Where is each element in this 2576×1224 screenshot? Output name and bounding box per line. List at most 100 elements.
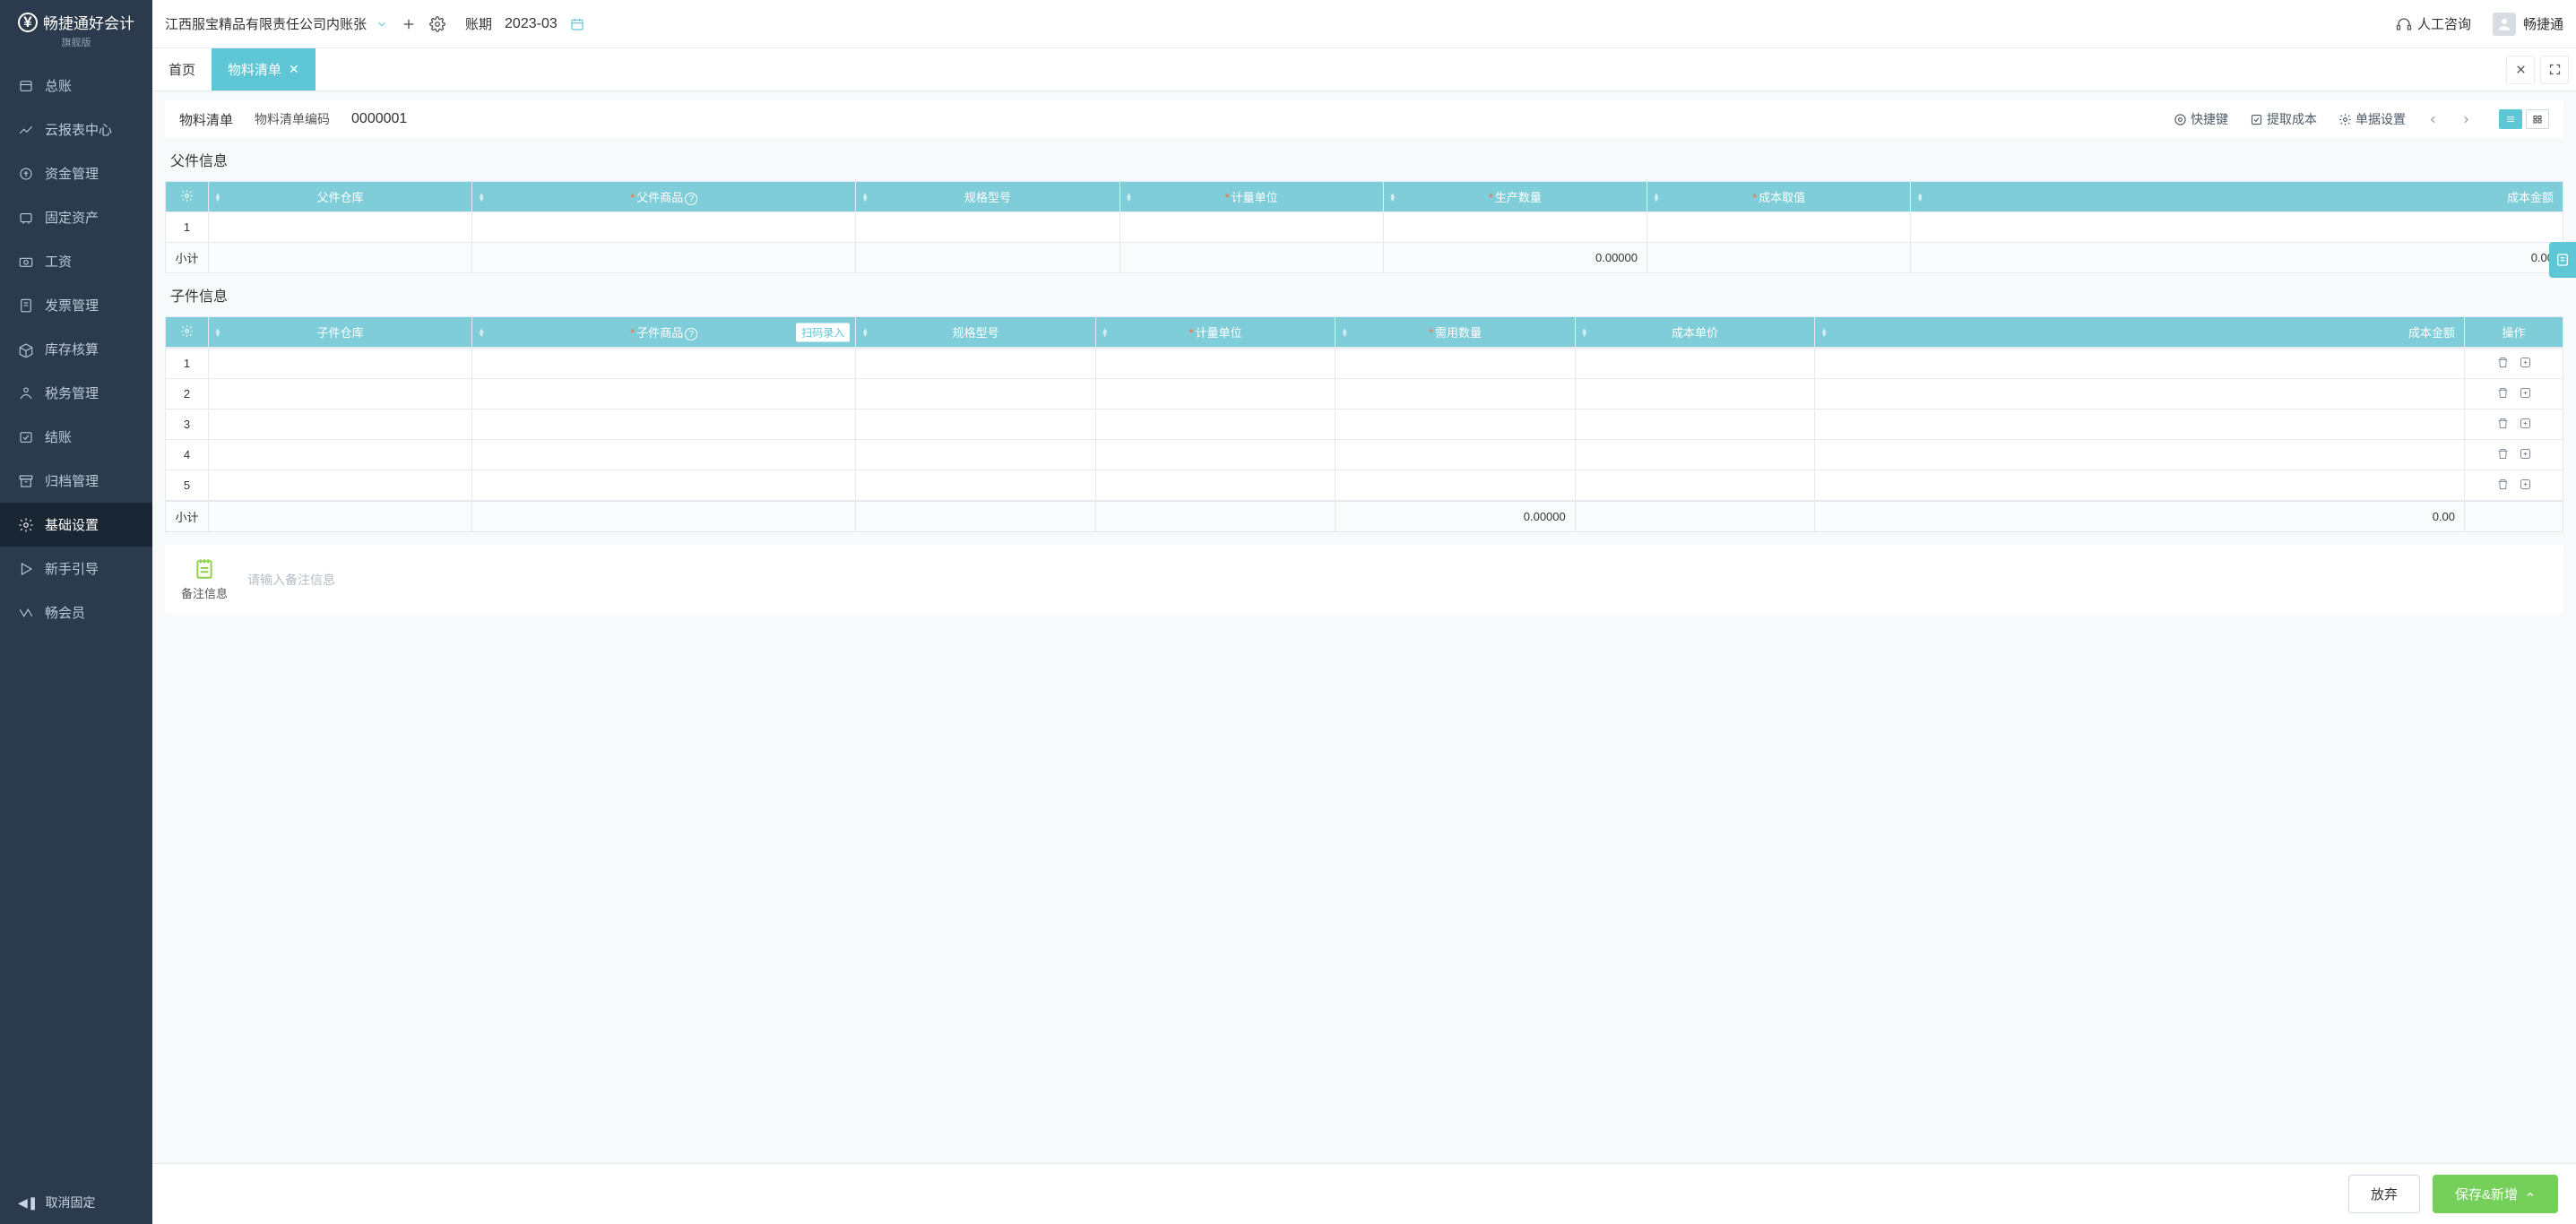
save-and-new-button[interactable]: 保存&新增 bbox=[2433, 1175, 2558, 1213]
chevron-down-icon bbox=[376, 18, 388, 30]
remark-box: 备注信息 bbox=[165, 545, 2563, 614]
chevron-up-icon bbox=[2525, 1189, 2536, 1200]
sidebar-item-invoice[interactable]: 发票管理 bbox=[0, 283, 152, 327]
user-menu[interactable]: 畅捷通 bbox=[2493, 13, 2563, 36]
tab-close-bom[interactable]: ✕ bbox=[289, 62, 299, 77]
discard-button[interactable]: 放弃 bbox=[2348, 1175, 2420, 1213]
period-label: 账期 bbox=[465, 14, 492, 33]
delete-row-button[interactable] bbox=[2496, 386, 2510, 402]
child-subtotal-row: 小计 0.00000 0.00 bbox=[166, 502, 2563, 532]
tab-bom[interactable]: 物料清单✕ bbox=[212, 48, 316, 91]
sidebar: ¥ 畅捷通好会计 旗舰版 总账云报表中心资金管理固定资产工资发票管理库存核算税务… bbox=[0, 0, 152, 1224]
child-row[interactable]: 1 bbox=[166, 349, 2563, 379]
nav-list: 总账云报表中心资金管理固定资产工资发票管理库存核算税务管理结账归档管理基础设置新… bbox=[0, 64, 152, 1181]
reports-icon bbox=[18, 122, 34, 138]
add-row-button[interactable] bbox=[2519, 386, 2532, 402]
sidebar-pin-toggle[interactable]: ◀❚ 取消固定 bbox=[0, 1181, 152, 1224]
sidebar-item-tax[interactable]: 税务管理 bbox=[0, 371, 152, 415]
remark-input[interactable] bbox=[247, 573, 2547, 587]
child-row[interactable]: 2 bbox=[166, 379, 2563, 409]
sidebar-item-settings[interactable]: 基础设置 bbox=[0, 503, 152, 547]
child-table: ▲▼子件仓库 ▲▼*子件商品?扫码录入 ▲▼规格型号 ▲▼*计量单位 ▲▼*需用… bbox=[165, 316, 2563, 532]
note-icon bbox=[193, 557, 216, 581]
delete-row-button[interactable] bbox=[2496, 356, 2510, 372]
child-row[interactable]: 3 bbox=[166, 409, 2563, 440]
sidebar-item-salary[interactable]: 工资 bbox=[0, 239, 152, 283]
view-list-button[interactable] bbox=[2499, 109, 2522, 129]
member-icon bbox=[18, 605, 34, 621]
child-section-title: 子件信息 bbox=[165, 280, 2563, 309]
child-row[interactable]: 5 bbox=[166, 470, 2563, 501]
sidebar-item-closing[interactable]: 结账 bbox=[0, 415, 152, 459]
code-value: 0000001 bbox=[351, 111, 407, 127]
sidebar-item-inventory[interactable]: 库存核算 bbox=[0, 327, 152, 371]
parent-section-title: 父件信息 bbox=[165, 145, 2563, 174]
closing-icon bbox=[18, 429, 34, 445]
topbar: 江西服宝精品有限责任公司内账张 账期 2023-03 人工咨询 畅捷通 bbox=[152, 0, 2576, 48]
avatar-icon bbox=[2493, 13, 2516, 36]
sidebar-item-funds[interactable]: 资金管理 bbox=[0, 151, 152, 195]
tab-home[interactable]: 首页 bbox=[152, 48, 212, 91]
next-doc-button[interactable] bbox=[2460, 114, 2472, 125]
sidebar-item-ledger[interactable]: 总账 bbox=[0, 64, 152, 108]
add-row-button[interactable] bbox=[2519, 478, 2532, 494]
delete-row-button[interactable] bbox=[2496, 417, 2510, 433]
parent-subtotal-row: 小计 0.00000 0.00 bbox=[166, 243, 2563, 273]
tabs-row: 首页物料清单✕ bbox=[152, 48, 2576, 91]
guide-icon bbox=[18, 561, 34, 577]
close-all-tabs-button[interactable] bbox=[2506, 56, 2535, 84]
help-link[interactable]: 人工咨询 bbox=[2396, 14, 2471, 33]
brand-block: ¥ 畅捷通好会计 旗舰版 bbox=[0, 0, 152, 56]
sidebar-item-archive[interactable]: 归档管理 bbox=[0, 459, 152, 503]
shortcut-button[interactable]: 快捷键 bbox=[2174, 110, 2228, 128]
page-title: 物料清单 bbox=[179, 110, 233, 129]
brand-name: 畅捷通好会计 bbox=[43, 11, 134, 33]
brand-edition: 旗舰版 bbox=[7, 35, 145, 49]
sidebar-item-reports[interactable]: 云报表中心 bbox=[0, 108, 152, 151]
fullscreen-button[interactable] bbox=[2540, 56, 2569, 84]
invoice-icon bbox=[18, 297, 34, 314]
add-row-button[interactable] bbox=[2519, 356, 2532, 372]
page-head: 物料清单 物料清单编码 0000001 快捷键 提取成本 单据设置 bbox=[165, 100, 2563, 138]
salary-icon bbox=[18, 254, 34, 270]
add-company-button[interactable] bbox=[401, 16, 417, 32]
company-name: 江西服宝精品有限责任公司内账张 bbox=[165, 14, 367, 33]
calendar-icon[interactable] bbox=[570, 17, 584, 31]
parent-row[interactable]: 1 bbox=[166, 212, 2563, 243]
sidebar-item-assets[interactable]: 固定资产 bbox=[0, 195, 152, 239]
period-value[interactable]: 2023-03 bbox=[505, 16, 558, 32]
tax-icon bbox=[18, 385, 34, 401]
parent-col-settings-button[interactable] bbox=[180, 192, 194, 205]
child-row[interactable]: 4 bbox=[166, 440, 2563, 470]
add-row-button[interactable] bbox=[2519, 447, 2532, 463]
company-selector[interactable]: 江西服宝精品有限责任公司内账张 bbox=[165, 14, 388, 33]
pin-icon: ◀❚ bbox=[18, 1195, 39, 1211]
prev-doc-button[interactable] bbox=[2427, 114, 2439, 125]
extract-cost-button[interactable]: 提取成本 bbox=[2250, 110, 2317, 128]
settings-icon bbox=[18, 517, 34, 533]
view-card-button[interactable] bbox=[2526, 109, 2549, 129]
funds-icon bbox=[18, 166, 34, 182]
float-notes-button[interactable] bbox=[2549, 242, 2576, 278]
company-settings-button[interactable] bbox=[429, 16, 445, 32]
info-icon[interactable]: ? bbox=[685, 193, 697, 205]
assets-icon bbox=[18, 210, 34, 226]
scan-input-button[interactable]: 扫码录入 bbox=[796, 323, 850, 341]
add-row-button[interactable] bbox=[2519, 417, 2532, 433]
doc-settings-button[interactable]: 单据设置 bbox=[2338, 110, 2406, 128]
sidebar-item-member[interactable]: 畅会员 bbox=[0, 590, 152, 634]
footer-bar: 放弃 保存&新增 bbox=[152, 1163, 2576, 1224]
parent-table: ▲▼父件仓库 ▲▼*父件商品? ▲▼规格型号 ▲▼*计量单位 ▲▼*生产数量 ▲… bbox=[165, 181, 2563, 273]
ledger-icon bbox=[18, 78, 34, 94]
delete-row-button[interactable] bbox=[2496, 478, 2510, 494]
delete-row-button[interactable] bbox=[2496, 447, 2510, 463]
info-icon[interactable]: ? bbox=[685, 328, 697, 340]
remark-label: 备注信息 bbox=[181, 584, 228, 601]
brand-icon: ¥ bbox=[18, 13, 38, 32]
headset-icon bbox=[2396, 16, 2412, 32]
sidebar-item-guide[interactable]: 新手引导 bbox=[0, 547, 152, 590]
code-label: 物料清单编码 bbox=[255, 110, 330, 128]
archive-icon bbox=[18, 473, 34, 489]
inventory-icon bbox=[18, 341, 34, 358]
child-col-settings-button[interactable] bbox=[180, 327, 194, 340]
